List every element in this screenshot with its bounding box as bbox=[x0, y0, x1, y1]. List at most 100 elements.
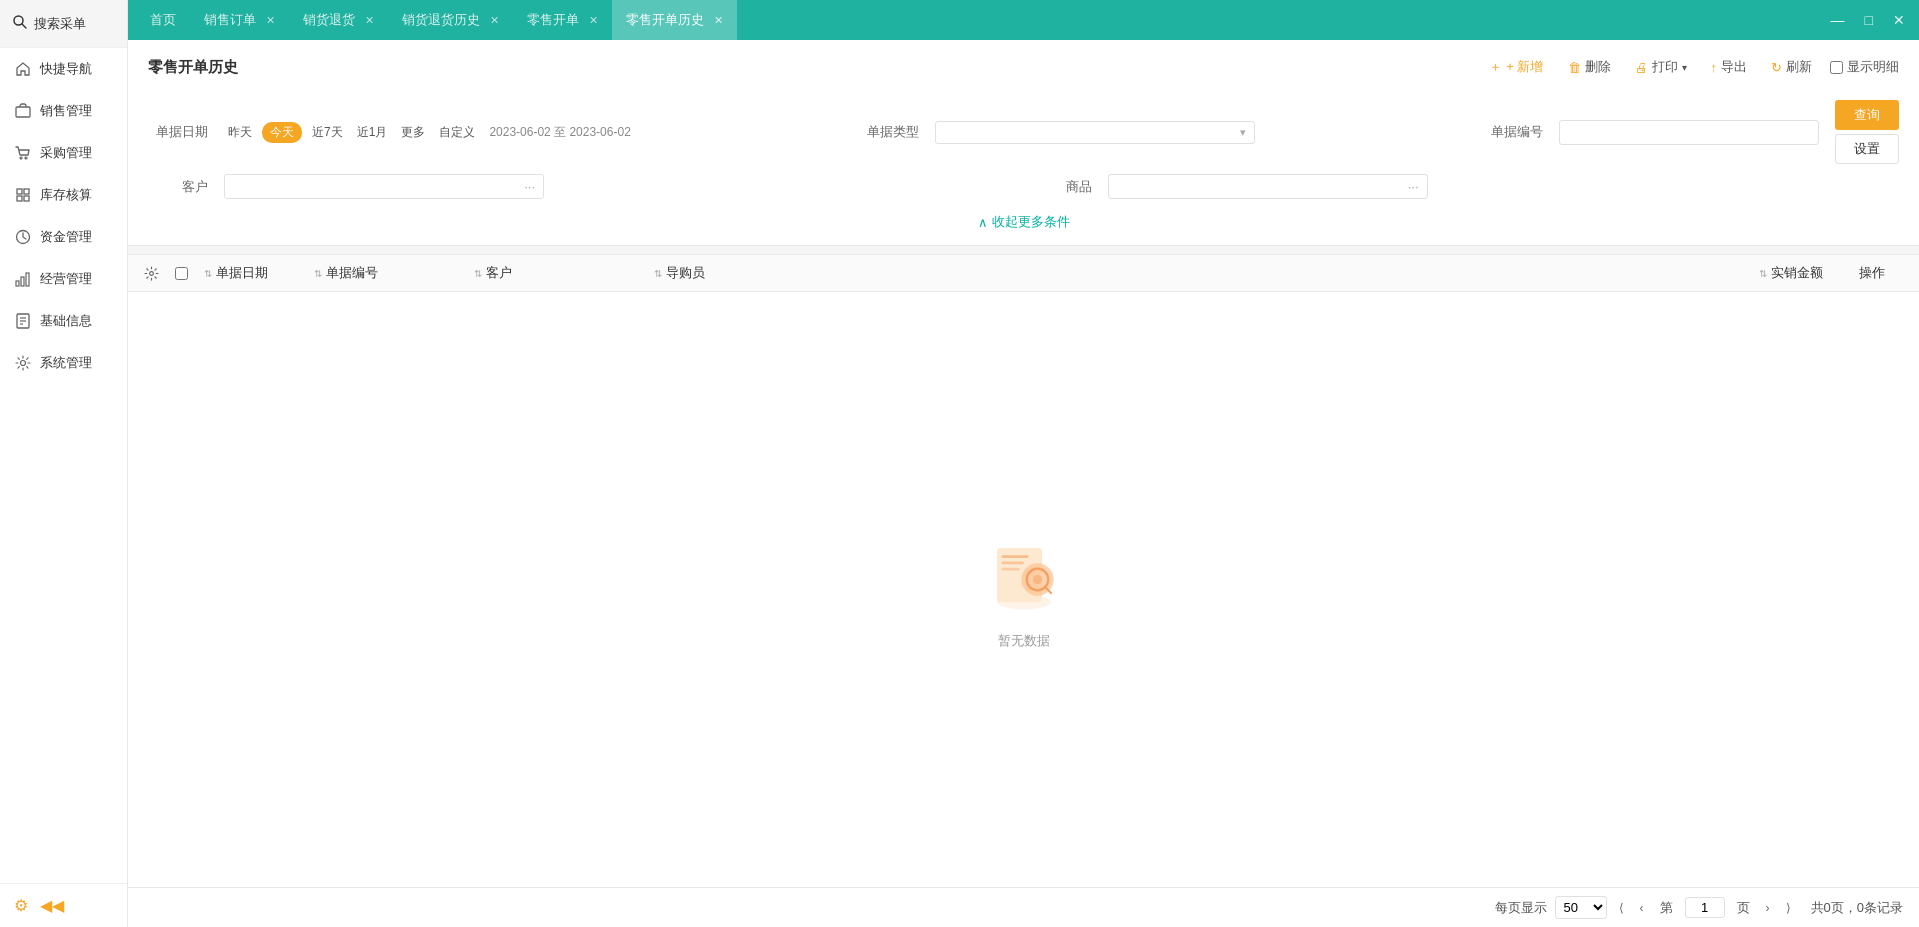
goods-filter-label: 商品 bbox=[1032, 178, 1092, 196]
tab-sales-return-history-label: 销货退货历史 bbox=[402, 11, 480, 29]
sidebar-item-quick-nav[interactable]: 快捷导航 bbox=[0, 48, 127, 90]
query-button[interactable]: 查询 bbox=[1835, 100, 1899, 130]
tab-retail-open-label: 零售开单 bbox=[527, 11, 579, 29]
show-detail-label[interactable]: 显示明细 bbox=[1830, 58, 1899, 76]
collapse-icon[interactable]: ◀◀ bbox=[40, 896, 64, 915]
th-customer[interactable]: ⇅ 客户 bbox=[466, 264, 646, 282]
date-more-btn[interactable]: 更多 bbox=[397, 122, 429, 143]
inventory-icon bbox=[14, 186, 32, 204]
settings-button[interactable]: 设置 bbox=[1835, 134, 1899, 164]
main-content: 首页 销售订单 ✕ 销货退货 ✕ 销货退货历史 ✕ 零售开单 ✕ 零售开单历史 … bbox=[128, 0, 1919, 927]
th-guide-label: 导购员 bbox=[666, 264, 705, 282]
customer-filter-label: 客户 bbox=[148, 178, 208, 196]
sidebar-item-basic-info[interactable]: 基础信息 bbox=[0, 300, 127, 342]
th-date[interactable]: ⇅ 单据日期 bbox=[196, 264, 306, 282]
date-custom-btn[interactable]: 自定义 bbox=[435, 122, 479, 143]
date-1month-btn[interactable]: 近1月 bbox=[353, 122, 392, 143]
show-detail-checkbox[interactable] bbox=[1830, 61, 1843, 74]
sidebar-search[interactable]: 搜索采单 bbox=[0, 0, 127, 48]
tab-bar-expand-btn[interactable]: □ bbox=[1859, 8, 1879, 32]
sidebar-item-inventory[interactable]: 库存核算 bbox=[0, 174, 127, 216]
sidebar-item-operations[interactable]: 经营管理 bbox=[0, 258, 127, 300]
print-label: 打印 bbox=[1652, 58, 1678, 76]
sidebar: 搜索采单 快捷导航 销售管理 采购管理 bbox=[0, 0, 128, 927]
tab-sales-order-close[interactable]: ✕ bbox=[266, 14, 275, 27]
sidebar-item-system[interactable]: 系统管理 bbox=[0, 342, 127, 384]
toolbar: ＋ + 新增 🗑 删除 🖨 打印 ▾ ↑ 导出 bbox=[1483, 54, 1899, 80]
tab-retail-open-close[interactable]: ✕ bbox=[589, 14, 598, 27]
table-settings-btn[interactable] bbox=[136, 266, 166, 281]
tab-sales-return-history[interactable]: 销货退货历史 ✕ bbox=[388, 0, 513, 40]
filter-row-1: 单据日期 昨天 今天 近7天 近1月 更多 自定义 2023-06-02 至 2… bbox=[148, 100, 1899, 164]
pagination: 每页显示 50 100 200 ⟨ ‹ 第 1 页 › ⟩ 共0页，0条记录 bbox=[128, 887, 1919, 927]
sidebar-item-label: 资金管理 bbox=[40, 228, 92, 246]
add-icon: ＋ bbox=[1489, 58, 1502, 76]
sort-icon-left: ⇅ bbox=[474, 268, 482, 279]
next-page-btn[interactable]: › bbox=[1762, 899, 1774, 917]
filter-area: 单据日期 昨天 今天 近7天 近1月 更多 自定义 2023-06-02 至 2… bbox=[148, 90, 1899, 245]
system-icon bbox=[14, 354, 32, 372]
tab-sales-order[interactable]: 销售订单 ✕ bbox=[190, 0, 289, 40]
last-page-btn[interactable]: ⟩ bbox=[1782, 899, 1795, 917]
refresh-label: 刷新 bbox=[1786, 58, 1812, 76]
tab-bar-close-btn[interactable]: ✕ bbox=[1887, 8, 1911, 32]
table-header: ⇅ 单据日期 ⇅ 单据编号 ⇅ 客户 ⇅ 导购员 ⇅ 实销 bbox=[128, 254, 1919, 292]
table-area: ⇅ 单据日期 ⇅ 单据编号 ⇅ 客户 ⇅ 导购员 ⇅ 实销 bbox=[128, 254, 1919, 887]
sidebar-item-label: 基础信息 bbox=[40, 312, 92, 330]
print-button[interactable]: 🖨 打印 ▾ bbox=[1629, 54, 1693, 80]
page-label-before: 第 bbox=[1660, 899, 1673, 917]
sidebar-item-sales-mgmt[interactable]: 销售管理 bbox=[0, 90, 127, 132]
tab-sales-return-history-close[interactable]: ✕ bbox=[490, 14, 499, 27]
chevron-down-icon: ▾ bbox=[1240, 126, 1246, 139]
customer-filter-input[interactable]: ··· bbox=[224, 174, 544, 199]
settings-bottom-icon[interactable]: ⚙ bbox=[14, 896, 28, 915]
number-filter-input[interactable] bbox=[1559, 120, 1819, 145]
empty-text: 暂无数据 bbox=[998, 632, 1050, 650]
refresh-icon: ↻ bbox=[1771, 60, 1782, 75]
collapse-row: ∧ 收起更多条件 bbox=[148, 209, 1899, 235]
sidebar-item-finance[interactable]: 资金管理 bbox=[0, 216, 127, 258]
per-page-label: 每页显示 bbox=[1495, 899, 1547, 917]
per-page-select[interactable]: 50 100 200 bbox=[1555, 896, 1607, 919]
first-page-btn[interactable]: ⟨ bbox=[1615, 899, 1628, 917]
date-7days-btn[interactable]: 近7天 bbox=[308, 122, 347, 143]
tab-retail-open-history-close[interactable]: ✕ bbox=[714, 14, 723, 27]
tab-retail-open-history[interactable]: 零售开单历史 ✕ bbox=[612, 0, 737, 40]
sidebar-item-label: 采购管理 bbox=[40, 144, 92, 162]
date-shortcuts: 昨天 今天 近7天 近1月 更多 自定义 2023-06-02 至 2023-0… bbox=[224, 122, 631, 143]
svg-point-18 bbox=[149, 271, 153, 275]
sidebar-item-purchase-mgmt[interactable]: 采购管理 bbox=[0, 132, 127, 174]
tab-bar-right: — □ ✕ bbox=[1825, 8, 1911, 32]
svg-point-27 bbox=[1033, 575, 1042, 584]
sidebar-item-label: 快捷导航 bbox=[40, 60, 92, 78]
goods-filter-input[interactable]: ··· bbox=[1108, 174, 1428, 199]
sort-icon-left: ⇅ bbox=[654, 268, 662, 279]
export-button[interactable]: ↑ 导出 bbox=[1705, 54, 1754, 80]
th-guide[interactable]: ⇅ 导购员 bbox=[646, 264, 746, 282]
sort-icon-left: ⇅ bbox=[204, 268, 212, 279]
tab-bar-minus-btn[interactable]: — bbox=[1825, 8, 1851, 32]
select-all-checkbox[interactable] bbox=[175, 267, 188, 280]
add-button[interactable]: ＋ + 新增 bbox=[1483, 54, 1549, 80]
tab-retail-open[interactable]: 零售开单 ✕ bbox=[513, 0, 612, 40]
th-amount[interactable]: ⇅ 实销金额 bbox=[1751, 264, 1851, 282]
th-action: 操作 bbox=[1851, 264, 1911, 282]
type-filter-select[interactable]: ▾ bbox=[935, 121, 1255, 144]
refresh-button[interactable]: ↻ 刷新 bbox=[1765, 54, 1818, 80]
svg-rect-22 bbox=[1001, 561, 1024, 564]
tab-sales-return[interactable]: 销货退货 ✕ bbox=[289, 0, 388, 40]
tab-sales-return-close[interactable]: ✕ bbox=[365, 14, 374, 27]
svg-line-1 bbox=[22, 24, 26, 28]
th-number[interactable]: ⇅ 单据编号 bbox=[306, 264, 466, 282]
export-label: 导出 bbox=[1721, 58, 1747, 76]
page-number-input[interactable]: 1 bbox=[1685, 897, 1725, 918]
delete-button[interactable]: 🗑 删除 bbox=[1562, 54, 1617, 80]
add-label: + 新增 bbox=[1506, 58, 1543, 76]
collapse-button[interactable]: ∧ 收起更多条件 bbox=[978, 213, 1070, 231]
table-select-all[interactable] bbox=[166, 267, 196, 280]
sort-icon-left: ⇅ bbox=[314, 268, 322, 279]
date-today-btn[interactable]: 今天 bbox=[262, 122, 302, 143]
tab-home[interactable]: 首页 bbox=[136, 0, 190, 40]
prev-page-btn[interactable]: ‹ bbox=[1636, 899, 1648, 917]
date-yesterday-btn[interactable]: 昨天 bbox=[224, 122, 256, 143]
